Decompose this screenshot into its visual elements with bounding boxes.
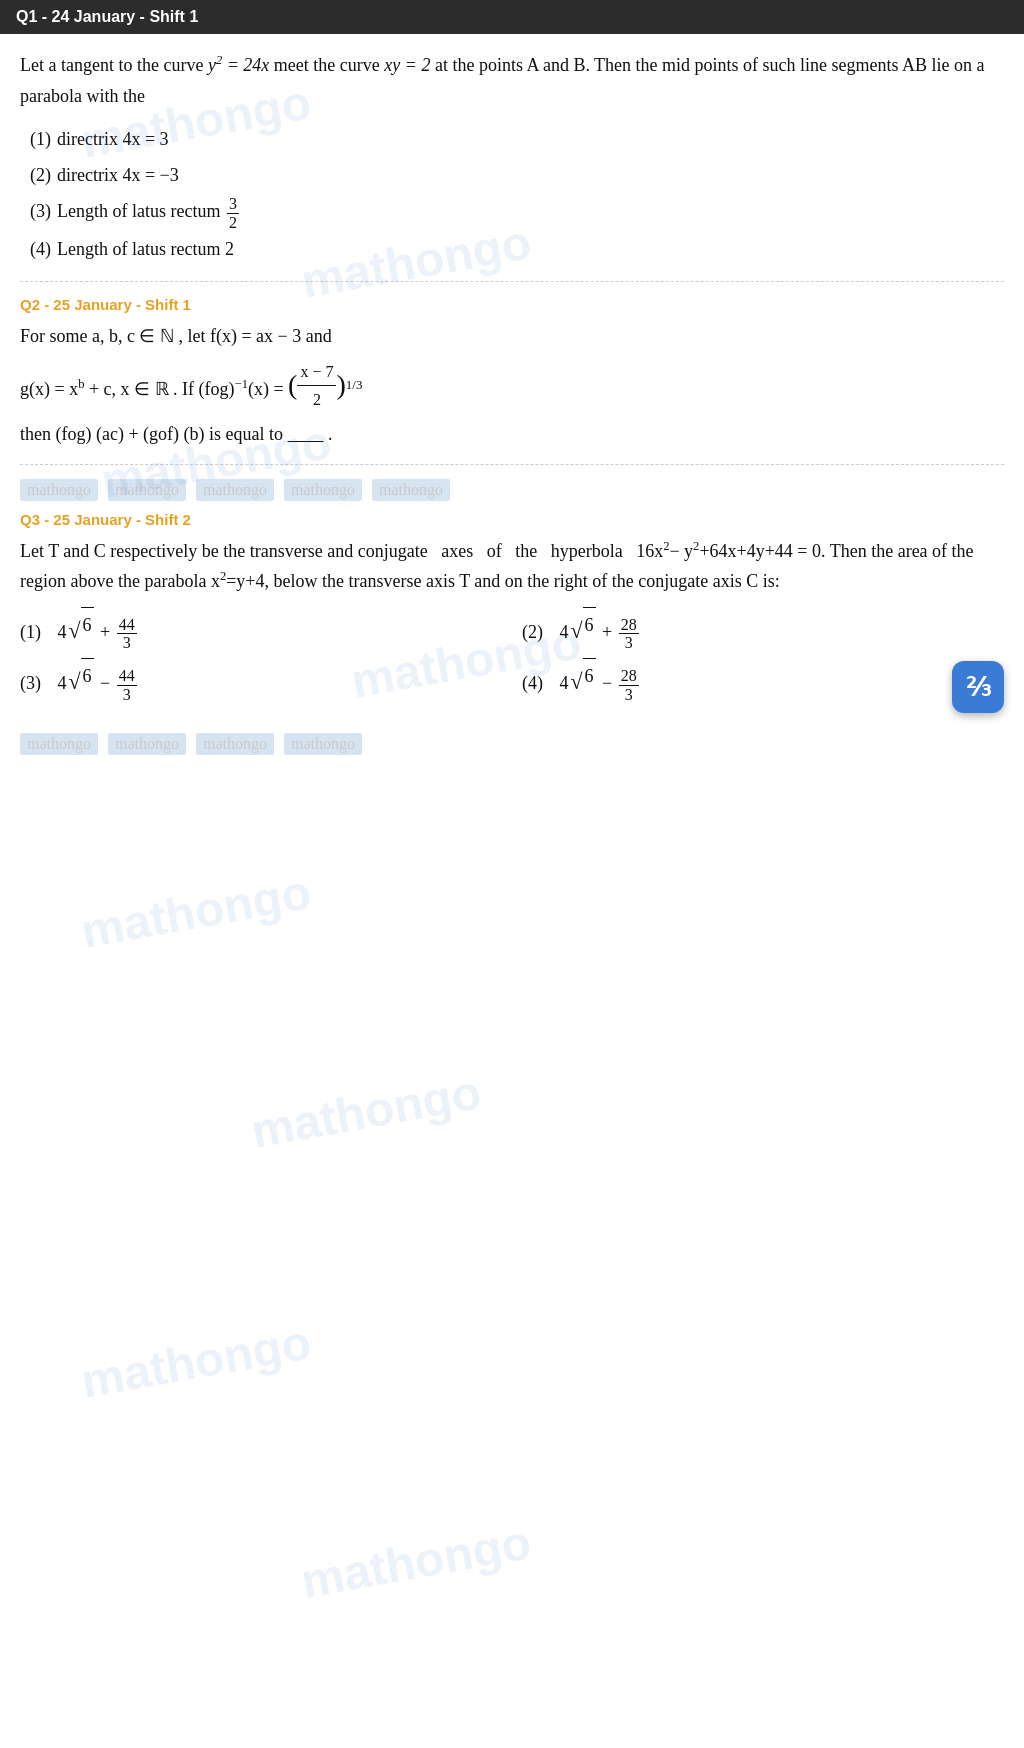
watermark-bg-8: mathongo xyxy=(297,1514,535,1608)
q3-opt3-num: (3) xyxy=(20,666,41,700)
q3-opt1-text: 4√6 + 443 xyxy=(58,607,139,652)
q1-option-3: (3) Length of latus rectum 32 xyxy=(30,193,1004,231)
q1-opt1-text: directrix 4x = 3 xyxy=(57,121,169,157)
q1-option-1: (1) directrix 4x = 3 xyxy=(30,121,1004,157)
wm-b2: mathongo xyxy=(108,733,186,755)
q1-opt4-text: Length of latus rectum 2 xyxy=(57,231,234,267)
wm-row-bottom: mathongo mathongo mathongo mathongo xyxy=(20,733,1004,755)
q3-option-2: (2) 4√6 + 283 xyxy=(522,607,1004,652)
wm-b4: mathongo xyxy=(284,733,362,755)
q3-opt1-num: (1) xyxy=(20,615,41,649)
wm-b3: mathongo xyxy=(196,733,274,755)
q2-body: For some a, b, c ∈ ℕ , let f(x) = ax − 3… xyxy=(20,321,1004,450)
q1-option-4: (4) Length of latus rectum 2 xyxy=(30,231,1004,267)
watermark-bg-6: mathongo xyxy=(247,1064,485,1158)
wm-5: mathongo xyxy=(372,479,450,501)
q1-opt1-num: (1) xyxy=(30,121,51,157)
header-bar: Q1 - 24 January - Shift 1 xyxy=(0,0,1024,34)
wm-b1: mathongo xyxy=(20,733,98,755)
q3-opt4-text: 4√6 − 283 xyxy=(560,658,641,703)
q1-opt2-num: (2) xyxy=(30,157,51,193)
q3-opt2-num: (2) xyxy=(522,615,543,649)
wm-1: mathongo xyxy=(20,479,98,501)
q1-opt2-text: directrix 4x = −3 xyxy=(57,157,179,193)
q3-body: Let T and C respectively be the transver… xyxy=(20,536,1004,597)
q1-opt3-num: (3) xyxy=(30,193,51,229)
watermark-bg-5: mathongo xyxy=(77,864,315,958)
q3-opt4-num: (4) xyxy=(522,666,543,700)
float-action-button[interactable]: ⅔ xyxy=(952,661,1004,713)
q3-label: Q3 - 25 January - Shift 2 xyxy=(20,511,1004,528)
watermark-bg-7: mathongo xyxy=(77,1314,315,1408)
q3-opt2-text: 4√6 + 283 xyxy=(560,607,641,652)
divider-2 xyxy=(20,464,1004,465)
page-container: Q1 - 24 January - Shift 1 mathongo matho… xyxy=(0,0,1024,1714)
wm-row: mathongo mathongo mathongo mathongo math… xyxy=(20,479,1004,501)
q1-opt4-num: (4) xyxy=(30,231,51,267)
q3-option-1: (1) 4√6 + 443 xyxy=(20,607,502,652)
q1-options: (1) directrix 4x = 3 (2) directrix 4x = … xyxy=(30,121,1004,267)
wm-3: mathongo xyxy=(196,479,274,501)
q1-body: Let a tangent to the curve y2 = 24x meet… xyxy=(20,50,1004,111)
q1-opt3-text: Length of latus rectum 32 xyxy=(57,193,241,231)
q3-opt3-text: 4√6 − 443 xyxy=(58,658,139,703)
header-title: Q1 - 24 January - Shift 1 xyxy=(16,8,198,25)
content-area: mathongo mathongo mathongo mathongo math… xyxy=(0,34,1024,1714)
q3-option-4: (4) 4√6 − 283 xyxy=(522,658,1004,703)
q2-label: Q2 - 25 January - Shift 1 xyxy=(20,296,1004,313)
wm-2: mathongo xyxy=(108,479,186,501)
q1-option-2: (2) directrix 4x = −3 xyxy=(30,157,1004,193)
q3-options: (1) 4√6 + 443 (2) 4√6 + 283 (3) xyxy=(20,607,1004,703)
divider-1 xyxy=(20,281,1004,282)
q3-option-3: (3) 4√6 − 443 xyxy=(20,658,502,703)
wm-4: mathongo xyxy=(284,479,362,501)
float-btn-icon: ⅔ xyxy=(966,663,991,712)
